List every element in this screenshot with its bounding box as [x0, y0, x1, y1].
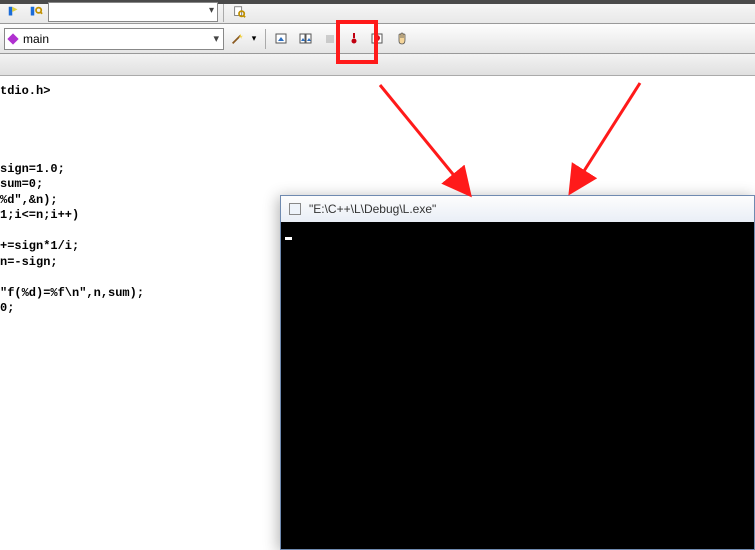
separator [265, 29, 266, 49]
function-dropdown[interactable]: main [4, 28, 224, 50]
console-body[interactable] [281, 222, 754, 549]
bookmark-flag-button[interactable] [4, 2, 24, 22]
wizard-split-button[interactable]: ▾ [226, 28, 260, 50]
breakpoint-button[interactable] [367, 28, 389, 50]
function-name-label: main [23, 32, 49, 46]
wand-icon[interactable] [226, 28, 248, 50]
run-button[interactable] [343, 28, 365, 50]
chevron-down-icon[interactable]: ▾ [248, 28, 260, 50]
find-button[interactable] [229, 2, 249, 22]
console-cursor [285, 237, 292, 240]
build-button[interactable] [295, 28, 317, 50]
separator [223, 2, 224, 22]
find-bookmark-button[interactable] [26, 2, 46, 22]
console-titlebar[interactable]: "E:\C++\L\Debug\L.exe" [281, 196, 754, 222]
console-system-icon [289, 203, 301, 215]
diamond-icon [7, 33, 18, 44]
toolbar-dropdown-1[interactable] [48, 2, 218, 22]
console-title-text: "E:\C++\L\Debug\L.exe" [309, 202, 436, 216]
compile-button[interactable] [271, 28, 293, 50]
console-window[interactable]: "E:\C++\L\Debug\L.exe" [280, 195, 755, 550]
toolbar-row-2: main ▾ [0, 24, 755, 54]
sub-toolbar [0, 54, 755, 76]
stop-build-button [319, 28, 341, 50]
hand-button[interactable] [391, 28, 413, 50]
